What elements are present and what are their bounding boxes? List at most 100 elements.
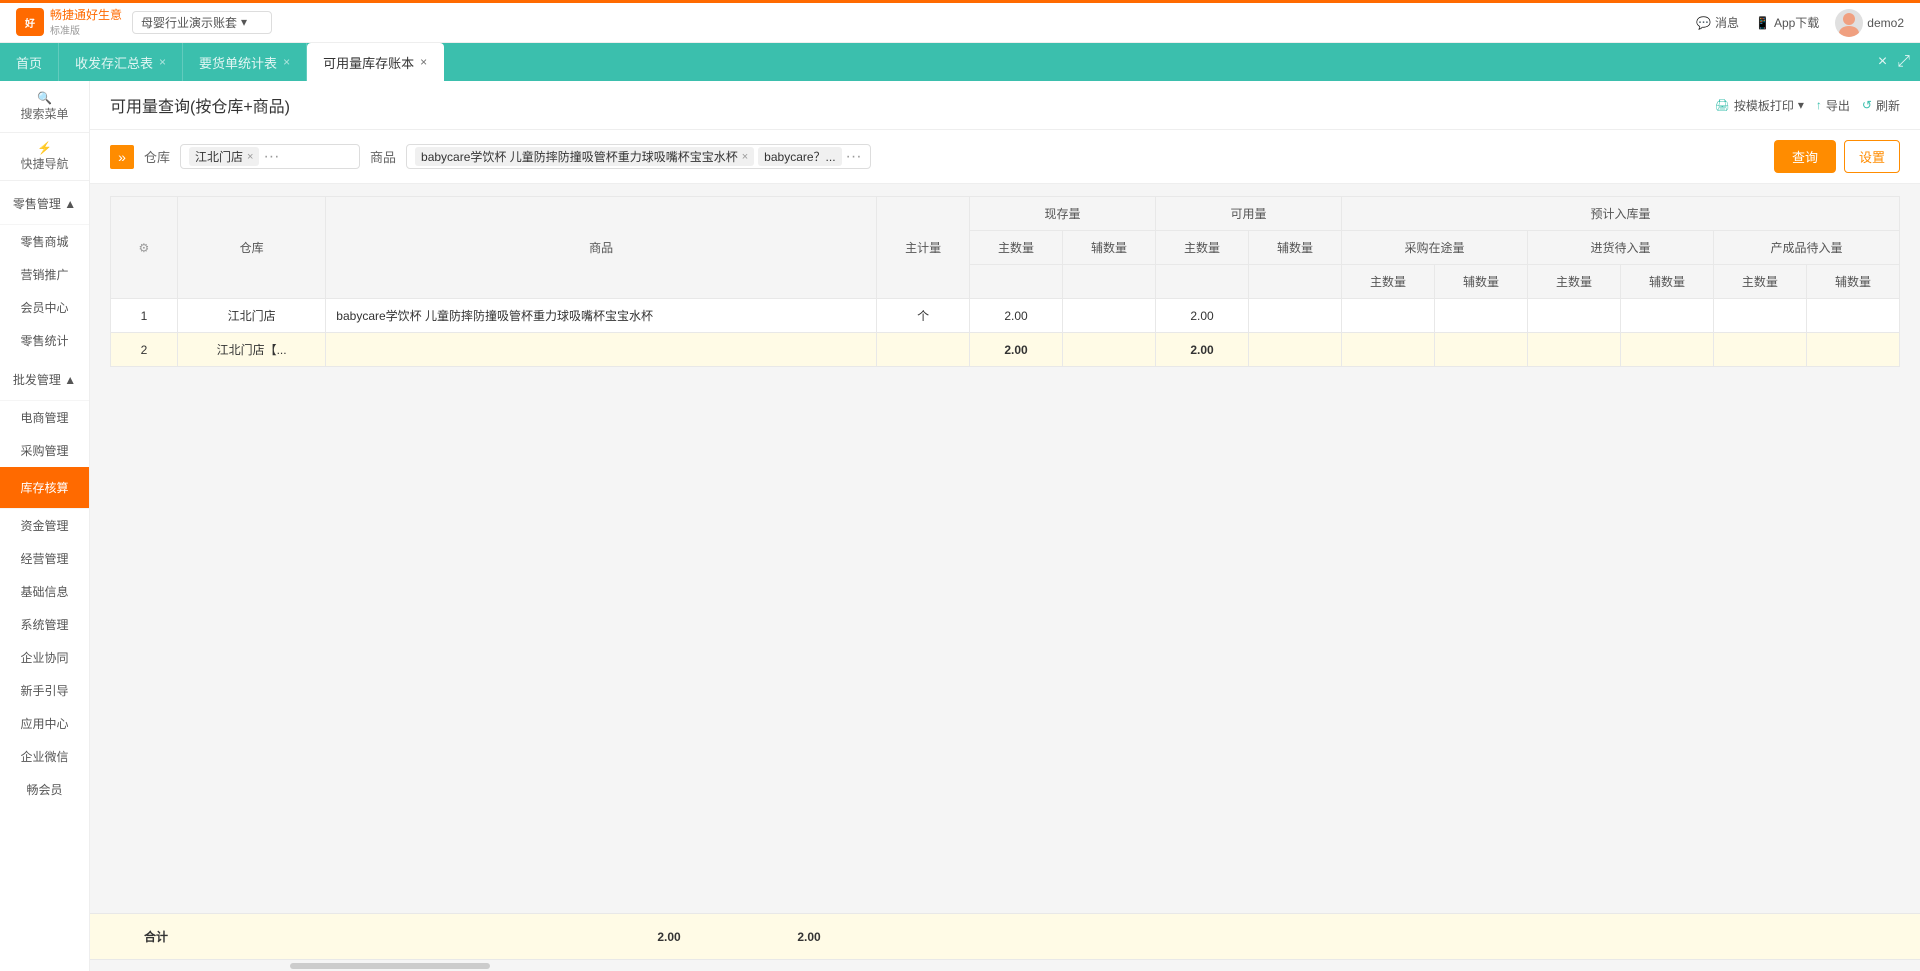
th-stock-sub: 辅数量 xyxy=(1063,231,1156,265)
top-bar-right: 💬 消息 📱 App下载 demo2 xyxy=(1696,9,1904,37)
th-inbound-pending: 进货待入量 xyxy=(1527,231,1713,265)
sidebar-item-finance[interactable]: 资金管理 xyxy=(0,509,89,542)
data-table: ⚙ 仓库 商品 主计量 现存量 可用量 预计入库量 主数量 辅数量 主数量 辅数… xyxy=(110,196,1900,367)
cell-unit-1: 个 xyxy=(877,299,970,333)
sidebar-item-enterprise-wx[interactable]: 企业微信 xyxy=(0,740,89,773)
th-pp-sub: 辅数量 xyxy=(1806,265,1899,299)
cell-stock-main-2: 2.00 xyxy=(970,333,1063,367)
cell-pp-main-1 xyxy=(1713,299,1806,333)
refresh-icon: ↺ xyxy=(1862,98,1872,112)
goods-tag-2: babycare？... xyxy=(758,147,841,166)
export-btn[interactable]: ↑ 导出 xyxy=(1816,97,1850,114)
sidebar-item-vip[interactable]: 畅会员 xyxy=(0,773,89,806)
logo-sub: 标准版 xyxy=(50,22,122,37)
sidebar-item-retail-mgmt[interactable]: 零售管理 ▲ xyxy=(0,181,89,225)
cell-po-main-1 xyxy=(1342,299,1435,333)
footer-stock-main: 2.00 xyxy=(634,922,704,951)
th-stock-main: 主数量 xyxy=(970,231,1063,265)
sidebar-item-inventory-check[interactable]: 库存核算 xyxy=(0,467,89,509)
search-icon: 🔍 xyxy=(37,91,52,105)
goods-more[interactable]: ··· xyxy=(846,148,862,166)
sidebar-item-member[interactable]: 会员中心 xyxy=(0,291,89,324)
cell-seq-2: 2 xyxy=(111,333,178,367)
cell-po-sub-1 xyxy=(1434,299,1527,333)
nav-icon: ⚡ xyxy=(37,141,52,155)
sidebar-item-retail-stats[interactable]: 零售统计 xyxy=(0,324,89,357)
user-info[interactable]: demo2 xyxy=(1835,9,1904,37)
print-chevron-icon: ▾ xyxy=(1798,98,1804,112)
horizontal-scrollbar[interactable] xyxy=(290,963,490,969)
th-avail-main2 xyxy=(1156,265,1249,299)
cell-po-sub-2 xyxy=(1434,333,1527,367)
th-unit: 主计量 xyxy=(877,197,970,299)
logo-text: 畅捷通好生意 xyxy=(50,8,122,22)
sidebar-item-basic-info[interactable]: 基础信息 xyxy=(0,575,89,608)
th-avail-main: 主数量 xyxy=(1156,231,1249,265)
cell-ip-sub-2 xyxy=(1620,333,1713,367)
sidebar-item-ecommerce[interactable]: 电商管理 xyxy=(0,401,89,434)
sidebar-item-system[interactable]: 系统管理 xyxy=(0,608,89,641)
app-download-btn[interactable]: 📱 App下载 xyxy=(1755,14,1819,31)
print-btn[interactable]: 🖨 按模板打印 ▾ xyxy=(1715,97,1804,114)
cell-goods-1: babycare学饮杯 儿童防摔防撞吸管杯重力球吸嘴杯宝宝水杯 xyxy=(326,299,877,333)
warehouse-more[interactable]: ··· xyxy=(263,148,279,166)
settings-icon[interactable]: ⚙ xyxy=(134,238,154,258)
avatar xyxy=(1835,9,1863,37)
tab-purchase-close[interactable]: × xyxy=(283,55,290,69)
warehouse-input[interactable]: 江北门店 × ··· xyxy=(180,144,360,169)
tab-home[interactable]: 首页 xyxy=(0,43,59,81)
th-settings[interactable]: ⚙ xyxy=(111,197,178,299)
th-ip-sub: 辅数量 xyxy=(1620,265,1713,299)
cell-stock-main-1: 2.00 xyxy=(970,299,1063,333)
page-actions: 🖨 按模板打印 ▾ ↑ 导出 ↺ 刷新 xyxy=(1715,97,1900,114)
cell-unit-2 xyxy=(877,333,970,367)
cell-avail-main-1: 2.00 xyxy=(1156,299,1249,333)
th-warehouse: 仓库 xyxy=(177,197,325,299)
sidebar-search-menu[interactable]: 🔍 搜索菜单 xyxy=(0,81,89,133)
tab-receipts-close[interactable]: × xyxy=(159,55,166,69)
table-row: 2 江北门店【... 2.00 2.00 xyxy=(111,333,1900,367)
main-layout: 🔍 搜索菜单 ⚡ 快捷导航 零售管理 ▲ 零售商城 营销推广 会员中心 零售统计… xyxy=(0,81,1920,971)
warehouse-label: 仓库 xyxy=(144,147,170,166)
industry-select[interactable]: 母婴行业演示账套 ▾ xyxy=(132,11,272,34)
sidebar-item-retail-mall[interactable]: 零售商城 xyxy=(0,225,89,258)
expand-btn[interactable]: ⤢ xyxy=(1897,53,1910,71)
logo-area: 好 畅捷通好生意 标准版 xyxy=(16,8,122,37)
th-avail-sub: 辅数量 xyxy=(1249,231,1342,265)
th-pp-main: 主数量 xyxy=(1713,265,1806,299)
cell-ip-main-2 xyxy=(1527,333,1620,367)
tab-inventory[interactable]: 可用量库存账本 × xyxy=(307,43,444,81)
sidebar-item-wholesale[interactable]: 批发管理 ▲ xyxy=(0,357,89,401)
sidebar-item-app-center[interactable]: 应用中心 xyxy=(0,707,89,740)
th-purchase-onway: 采购在途量 xyxy=(1342,231,1528,265)
setting-button[interactable]: 设置 xyxy=(1844,140,1900,173)
tab-receipts[interactable]: 收发存汇总表 × xyxy=(59,43,183,81)
footer-label: 合计 xyxy=(134,922,214,951)
th-available: 可用量 xyxy=(1156,197,1342,231)
goods-tag-1: babycare学饮杯 儿童防摔防撞吸管杯重力球吸嘴杯宝宝水杯 × xyxy=(415,147,754,166)
close-all-btn[interactable]: × xyxy=(1878,53,1887,71)
tab-purchase[interactable]: 要货单统计表 × xyxy=(183,43,307,81)
cell-avail-sub-1 xyxy=(1249,299,1342,333)
sidebar-item-new-guide[interactable]: 新手引导 xyxy=(0,674,89,707)
goods-input[interactable]: babycare学饮杯 儿童防摔防撞吸管杯重力球吸嘴杯宝宝水杯 × babyca… xyxy=(406,144,871,169)
table-wrap: ⚙ 仓库 商品 主计量 现存量 可用量 预计入库量 主数量 辅数量 主数量 辅数… xyxy=(90,184,1920,913)
th-stock-sub2 xyxy=(1063,265,1156,299)
message-btn[interactable]: 💬 消息 xyxy=(1696,14,1739,31)
sidebar-item-marketing[interactable]: 营销推广 xyxy=(0,258,89,291)
refresh-btn[interactable]: ↺ 刷新 xyxy=(1862,97,1900,114)
cell-avail-sub-2 xyxy=(1249,333,1342,367)
sidebar-item-enterprise[interactable]: 企业协同 xyxy=(0,641,89,674)
sidebar-quick-nav[interactable]: ⚡ 快捷导航 xyxy=(0,133,89,181)
tab-inventory-close[interactable]: × xyxy=(420,55,427,69)
goods-tag-1-remove[interactable]: × xyxy=(742,151,748,163)
sidebar-item-operations[interactable]: 经营管理 xyxy=(0,542,89,575)
goods-label: 商品 xyxy=(370,147,396,166)
scroll-bar-area xyxy=(90,959,1920,971)
query-button[interactable]: 查询 xyxy=(1774,140,1836,173)
expand-filter-btn[interactable]: » xyxy=(110,145,134,169)
sidebar-item-purchase-mgmt[interactable]: 采购管理 xyxy=(0,434,89,467)
warehouse-tag-remove[interactable]: × xyxy=(247,151,253,163)
warehouse-tag: 江北门店 × xyxy=(189,147,259,166)
cell-po-main-2 xyxy=(1342,333,1435,367)
